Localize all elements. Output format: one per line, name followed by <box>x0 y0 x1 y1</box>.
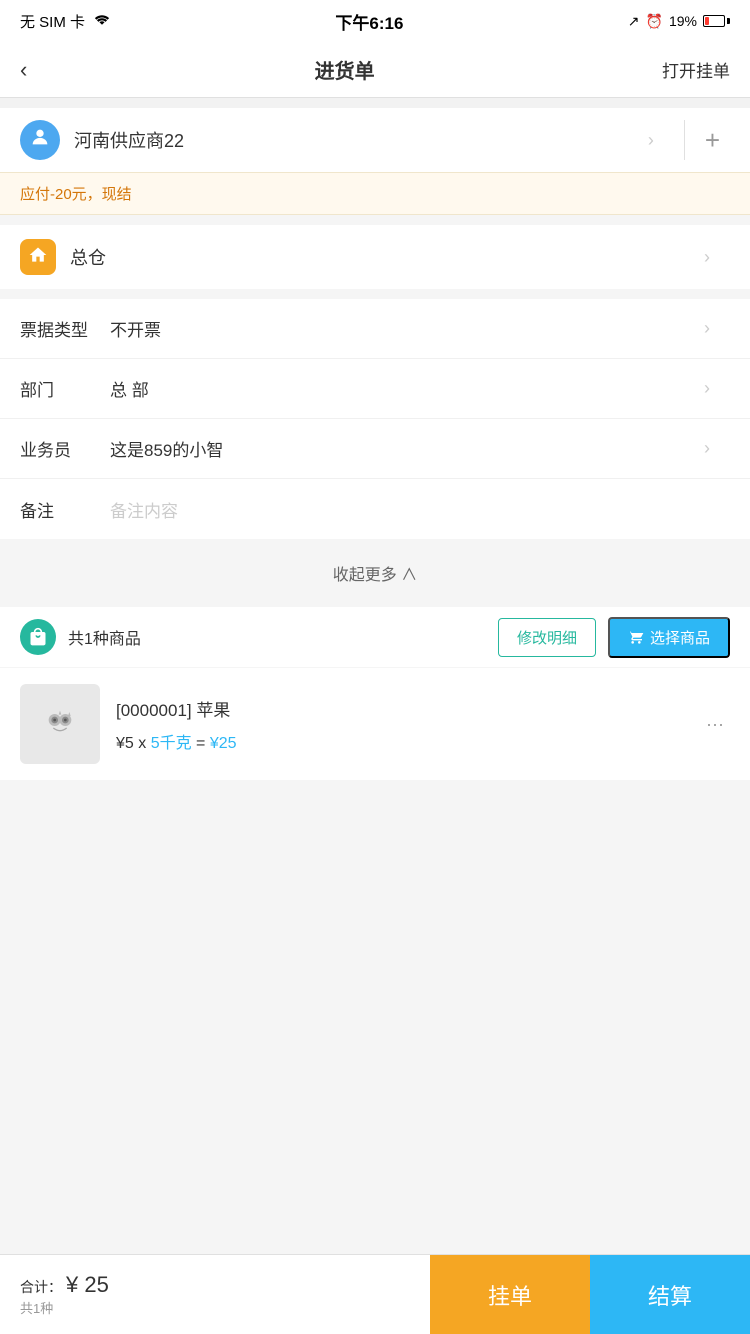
select-product-button[interactable]: 选择商品 <box>608 617 730 658</box>
battery-percent: 19% <box>669 13 697 29</box>
select-product-label: 选择商品 <box>650 627 710 648</box>
warehouse-icon <box>28 245 48 270</box>
hang-order-label: 挂单 <box>488 1279 532 1311</box>
status-bar: 无 SIM 卡 下午6:16 ↗ ⏰ 19% <box>0 0 750 42</box>
status-time: 下午6:16 <box>335 9 403 34</box>
battery-icon <box>703 15 730 27</box>
wifi-icon <box>93 12 111 30</box>
checkout-label: 结算 <box>648 1279 692 1311</box>
product-count-label: 共1种商品 <box>68 625 486 649</box>
total-amount: ¥ 25 <box>66 1272 109 1298</box>
hang-order-button[interactable]: 挂单 <box>430 1255 590 1334</box>
product-thumbnail <box>20 684 100 764</box>
back-button[interactable]: ‹ <box>20 57 27 83</box>
remark-label: 备注 <box>20 497 100 522</box>
warehouse-section[interactable]: 总仓 › <box>0 225 750 289</box>
open-pending-button[interactable]: 打开挂单 <box>662 57 730 82</box>
section-divider-1 <box>0 98 750 108</box>
supplier-name: 河南供应商22 <box>74 127 648 153</box>
product-info: [0000001] 苹果 ¥5 x 5千克 = ¥25 <box>116 696 684 753</box>
dept-label: 部门 <box>20 376 100 401</box>
sales-label: 业务员 <box>20 436 100 461</box>
warehouse-chevron-icon: › <box>704 247 710 268</box>
remark-row[interactable]: 备注 备注内容 <box>0 479 750 539</box>
form-section: 票据类型 不开票 › 部门 总 部 › 业务员 这是859的小智 › 备注 备注… <box>0 299 750 539</box>
total-price: ¥25 <box>210 735 237 752</box>
location-icon: ↗ <box>628 13 640 30</box>
avatar-icon <box>29 126 51 154</box>
add-supplier-button[interactable]: + <box>695 125 730 156</box>
nav-bar: ‹ 进货单 打开挂单 <box>0 42 750 98</box>
notice-banner: 应付-20元，现结 <box>0 172 750 215</box>
warehouse-icon-bg <box>20 239 56 275</box>
warehouse-name: 总仓 <box>70 244 704 270</box>
sales-chevron-icon: › <box>704 438 710 459</box>
invoice-type-value: 不开票 <box>100 316 704 341</box>
dept-row[interactable]: 部门 总 部 › <box>0 359 750 419</box>
total-section: 合计： ¥ 25 共1种 <box>0 1255 430 1334</box>
product-code: [0000001] 苹果 <box>116 701 230 720</box>
supplier-divider <box>684 120 685 160</box>
product-header: 共1种商品 修改明细 选择商品 <box>0 607 750 667</box>
bottom-spacer <box>0 780 750 870</box>
equals: = <box>196 735 210 752</box>
supplier-section[interactable]: 河南供应商22 › + <box>0 108 750 172</box>
product-icon-bg <box>20 619 56 655</box>
total-sub-label: 共1种 <box>20 1298 410 1317</box>
alarm-icon: ⏰ <box>646 13 663 30</box>
status-right: ↗ ⏰ 19% <box>628 13 730 30</box>
notice-text: 应付-20元，现结 <box>20 186 132 203</box>
collapse-text: 收起更多 ∧ <box>333 561 417 585</box>
dept-value: 总 部 <box>100 376 704 401</box>
invoice-type-chevron-icon: › <box>704 318 710 339</box>
dept-chevron-icon: › <box>704 378 710 399</box>
supplier-chevron-icon: › <box>648 130 654 151</box>
total-label: 合计： <box>20 1277 62 1297</box>
carrier-text: 无 SIM 卡 <box>20 11 85 32</box>
remark-placeholder: 备注内容 <box>100 497 730 522</box>
bottom-bar: 合计： ¥ 25 共1种 挂单 结算 <box>0 1254 750 1334</box>
product-more-button[interactable]: ··· <box>700 708 730 741</box>
sales-value: 这是859的小智 <box>100 436 704 461</box>
sales-row[interactable]: 业务员 这是859的小智 › <box>0 419 750 479</box>
shopping-bag-icon <box>28 627 48 647</box>
page-title: 进货单 <box>315 55 375 84</box>
collapse-button[interactable]: 收起更多 ∧ <box>0 549 750 597</box>
product-item: [0000001] 苹果 ¥5 x 5千克 = ¥25 ··· <box>0 668 750 780</box>
quantity: 5千克 <box>151 735 192 752</box>
cart-icon <box>628 629 644 645</box>
invoice-type-row[interactable]: 票据类型 不开票 › <box>0 299 750 359</box>
checkout-button[interactable]: 结算 <box>590 1255 750 1334</box>
invoice-type-label: 票据类型 <box>20 316 100 341</box>
status-left: 无 SIM 卡 <box>20 11 111 32</box>
edit-detail-button[interactable]: 修改明细 <box>498 618 596 657</box>
product-price-row: ¥5 x 5千克 = ¥25 <box>116 729 684 753</box>
product-thumb-logo <box>40 704 80 744</box>
supplier-avatar <box>20 120 60 160</box>
unit-price: ¥5 x <box>116 735 151 752</box>
product-name: [0000001] 苹果 <box>116 696 684 721</box>
